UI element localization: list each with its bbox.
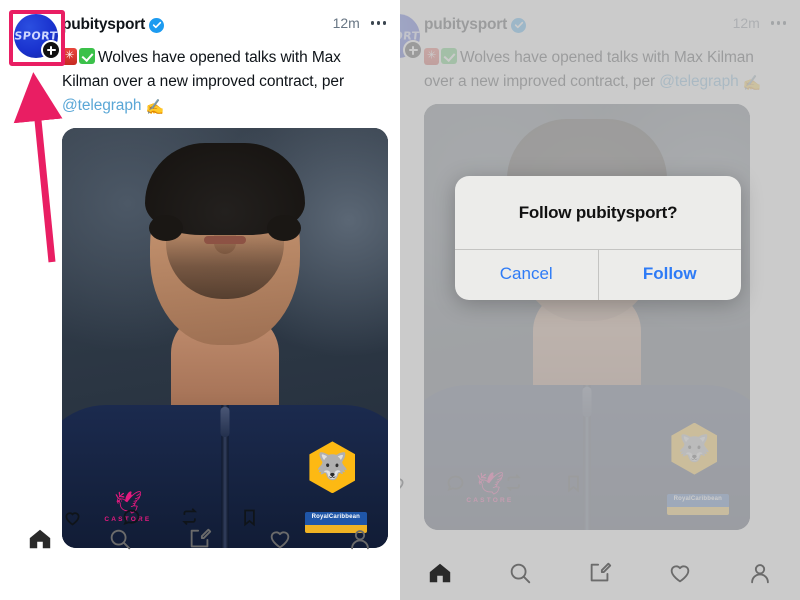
post-image[interactable]: 🐺 RoyalCaribbean 🕊 CASTORE [424, 104, 750, 530]
dialog-title: Follow pubitysport? [518, 203, 678, 222]
comparison-screenshot: SPORT pubitysport 12m Wolves have opened… [0, 0, 800, 600]
compose-icon[interactable] [587, 560, 613, 586]
photo-hair [145, 142, 305, 241]
follow-confirmation-dialog: Follow pubitysport? Cancel Follow [455, 176, 741, 300]
left-screen: SPORT pubitysport 12m Wolves have opened… [0, 0, 400, 600]
compose-icon[interactable] [187, 526, 213, 552]
photo-mouth [204, 236, 246, 245]
white-check-mark-icon [441, 48, 457, 64]
bottom-navigation [400, 548, 800, 598]
post-header-right: SPORT pubitysport 12m [400, 0, 786, 60]
post-meta: 12m [333, 15, 386, 31]
post-timestamp: 12m [332, 15, 360, 31]
post-text: Wolves have opened talks with Max Kilman… [400, 46, 762, 96]
photo-zip-pull [582, 387, 592, 418]
writing-hand-icon: ✍️ [742, 75, 762, 92]
reply-icon[interactable] [445, 473, 466, 494]
follow-button[interactable]: Follow [597, 250, 742, 300]
more-options-icon[interactable] [770, 21, 786, 25]
post-card: SPORT pubitysport 12m Wolves have opened… [0, 0, 400, 550]
post-body: Wolves have opened talks with Max Kilman… [62, 49, 345, 90]
search-icon[interactable] [507, 560, 533, 586]
like-icon[interactable] [400, 473, 407, 494]
post-timestamp: 12m [732, 15, 760, 31]
activity-heart-icon[interactable] [267, 526, 293, 552]
post-actions [400, 472, 584, 494]
bookmark-icon[interactable] [563, 473, 584, 494]
sponsor-logo: RoyalCaribbean [666, 494, 729, 516]
kit-brand-label: CASTORE [466, 497, 514, 505]
rotating-light-icon [424, 48, 439, 65]
avatar[interactable]: SPORT [400, 14, 423, 60]
annotation-highlight-box [9, 10, 65, 66]
verified-badge-icon [149, 17, 165, 33]
activity-heart-icon[interactable] [667, 560, 693, 586]
account-handle[interactable]: pubitysport [62, 16, 145, 34]
white-check-mark-icon [79, 48, 95, 64]
search-icon[interactable] [107, 526, 133, 552]
dialog-actions: Cancel Follow [455, 249, 741, 300]
account-name-row: pubitysport [424, 14, 748, 36]
cancel-button[interactable]: Cancel [455, 250, 598, 300]
photo-zip-pull [220, 407, 230, 438]
profile-icon[interactable] [347, 526, 373, 552]
follow-plus-icon[interactable] [403, 40, 423, 60]
profile-icon[interactable] [747, 560, 773, 586]
repost-icon[interactable] [504, 473, 525, 494]
home-icon[interactable] [427, 560, 453, 586]
home-icon[interactable] [27, 526, 53, 552]
mention-link[interactable]: @telegraph [659, 73, 738, 90]
post-meta: 12m [733, 15, 786, 31]
right-screen: SPORT pubitysport 12m Wolves have opened… [400, 0, 800, 600]
writing-hand-icon: ✍️ [145, 99, 165, 116]
more-options-icon[interactable] [370, 21, 386, 25]
mention-link[interactable]: @telegraph [62, 97, 141, 114]
post-image[interactable]: 🐺 RoyalCaribbean 🕊 CASTORE [62, 128, 388, 548]
verified-badge-icon [511, 17, 527, 33]
bottom-navigation [0, 514, 400, 564]
account-handle[interactable]: pubitysport [424, 16, 507, 34]
